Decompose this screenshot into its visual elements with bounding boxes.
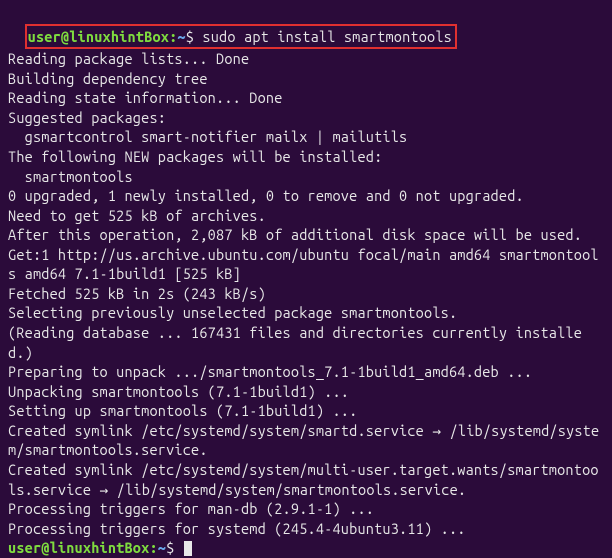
output-line: Created symlink /etc/systemd/system/mult…	[8, 460, 604, 499]
output-line: Unpacking smartmontools (7.1-1build1) ..…	[8, 382, 604, 402]
output-line: smartmontools	[8, 167, 604, 187]
output-line: Reading package lists... Done	[8, 49, 604, 69]
output-line: The following NEW packages will be insta…	[8, 147, 604, 167]
prompt-user: user@linuxhintBox	[28, 28, 169, 45]
output-line: Need to get 525 kB of archives.	[8, 206, 604, 226]
output-line: Building dependency tree	[8, 69, 604, 89]
cursor-icon	[184, 541, 192, 556]
command-text: sudo apt install smartmontools	[202, 28, 452, 45]
output-line: Suggested packages:	[8, 108, 604, 128]
output-line: After this operation, 2,087 kB of additi…	[8, 225, 604, 245]
prompt-dollar: $	[186, 28, 194, 45]
command-line[interactable]: user@linuxhintBox:~$ sudo apt install sm…	[8, 6, 604, 49]
output-line: Preparing to unpack .../smartmontools_7.…	[8, 362, 604, 382]
output-line: Processing triggers for systemd (245.4-4…	[8, 519, 604, 539]
prompt-user: user@linuxhintBox	[8, 539, 149, 556]
ready-prompt-line[interactable]: user@linuxhintBox:~$	[8, 538, 604, 558]
prompt-tilde: ~	[158, 539, 166, 556]
output-line: Processing triggers for man-db (2.9.1-1)…	[8, 499, 604, 519]
prompt-dollar: $	[166, 539, 174, 556]
output-line: Reading state information... Done	[8, 88, 604, 108]
output-line: Created symlink /etc/systemd/system/smar…	[8, 421, 604, 460]
prompt-tilde: ~	[177, 28, 185, 45]
output-line: gsmartcontrol smart-notifier mailx | mai…	[8, 127, 604, 147]
output-line: Get:1 http://us.archive.ubuntu.com/ubunt…	[8, 245, 604, 284]
output-line: Setting up smartmontools (7.1-1build1) .…	[8, 401, 604, 421]
output-line: 0 upgraded, 1 newly installed, 0 to remo…	[8, 186, 604, 206]
prompt-sep: :	[149, 539, 157, 556]
output-line: (Reading database ... 167431 files and d…	[8, 323, 604, 362]
output-line: Fetched 525 kB in 2s (243 kB/s)	[8, 284, 604, 304]
command-highlight-box: user@linuxhintBox:~$ sudo apt install sm…	[25, 24, 457, 50]
output-line: Selecting previously unselected package …	[8, 303, 604, 323]
